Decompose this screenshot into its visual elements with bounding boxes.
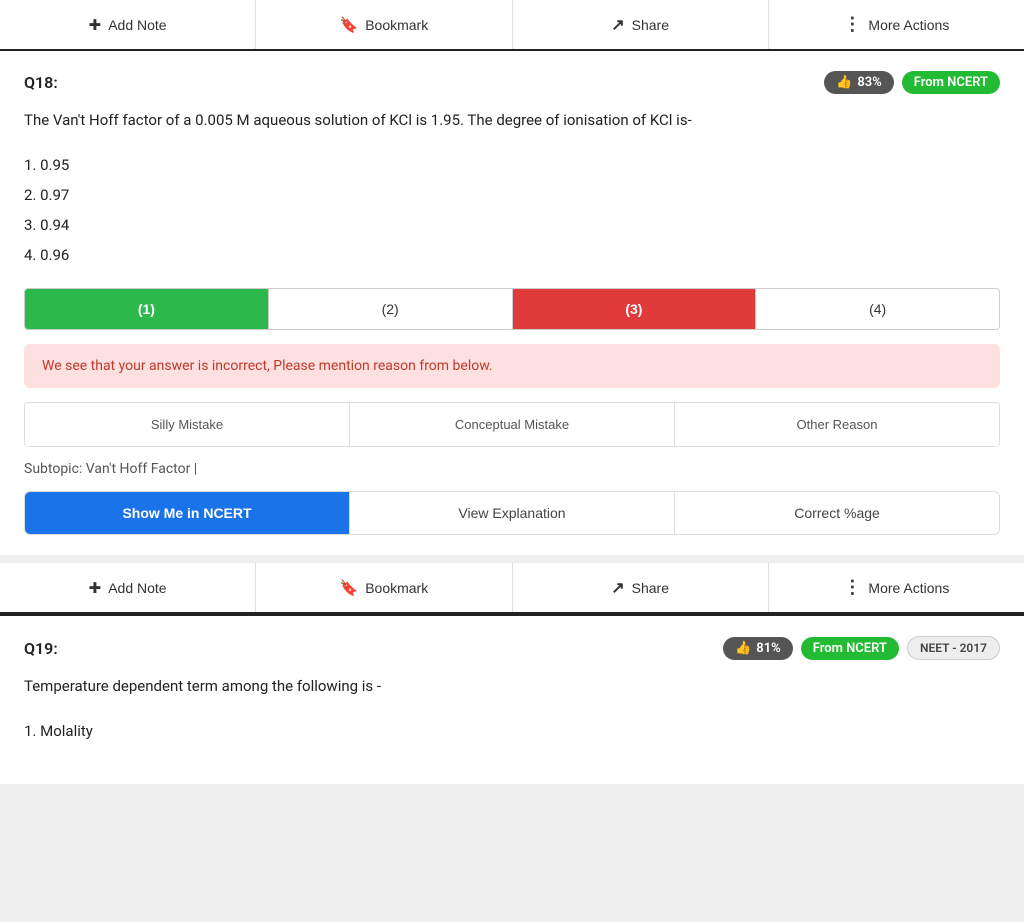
question-19-card: Q19: 81% From NCERT NEET - 2017 Temperat… xyxy=(0,616,1024,784)
q18-question-text: The Van't Hoff factor of a 0.005 M aqueo… xyxy=(24,108,1000,132)
more-actions-top-label: More Actions xyxy=(868,17,949,33)
q18-subtopic-value: Van't Hoff Factor | xyxy=(86,461,197,477)
answer-tab-2[interactable]: (2) xyxy=(268,289,512,329)
q18-subtopic: Subtopic: Van't Hoff Factor | xyxy=(24,461,1000,477)
q18-action-tabs: Show Me in NCERT View Explanation Correc… xyxy=(24,491,1000,535)
q18-subtopic-label: Subtopic: xyxy=(24,461,82,477)
q18-accuracy-value: 83% xyxy=(857,75,881,90)
q18-option-4: 4. 0.96 xyxy=(24,240,1000,270)
top-toolbar: Add Note Bookmark Share More Actions xyxy=(0,0,1024,51)
add-note-top-button[interactable]: Add Note xyxy=(0,0,256,49)
add-note-bottom-label: Add Note xyxy=(108,580,166,596)
q19-accuracy-badge: 81% xyxy=(723,637,793,660)
q18-ncert-badge: From NCERT xyxy=(902,71,1000,94)
show-me-ncert-button[interactable]: Show Me in NCERT xyxy=(25,492,349,534)
reason-other[interactable]: Other Reason xyxy=(674,403,999,446)
share-top-button[interactable]: Share xyxy=(513,0,769,49)
answer-tab-4[interactable]: (4) xyxy=(755,289,999,329)
reason-conceptual-mistake[interactable]: Conceptual Mistake xyxy=(349,403,674,446)
share-bottom-icon xyxy=(611,578,624,598)
share-top-icon xyxy=(611,15,624,35)
q18-option-3: 3. 0.94 xyxy=(24,210,1000,240)
q18-incorrect-text: We see that your answer is incorrect, Pl… xyxy=(42,358,493,374)
q18-answer-tabs: (1) (2) (3) (4) xyxy=(24,288,1000,330)
q18-number: Q18: xyxy=(24,73,58,92)
q18-option-1: 1. 0.95 xyxy=(24,150,1000,180)
q18-badges: 83% From NCERT xyxy=(824,71,1000,94)
answer-tab-1[interactable]: (1) xyxy=(25,289,268,329)
view-explanation-button[interactable]: View Explanation xyxy=(349,492,674,534)
add-note-top-label: Add Note xyxy=(108,17,166,33)
more-actions-bottom-icon xyxy=(843,577,861,598)
q19-thumb-icon xyxy=(735,641,751,656)
q19-option-1: 1. Molality xyxy=(24,716,1000,746)
q19-options: 1. Molality xyxy=(24,716,1000,746)
bookmark-top-button[interactable]: Bookmark xyxy=(256,0,512,49)
reason-silly-mistake[interactable]: Silly Mistake xyxy=(25,403,349,446)
q19-badges: 81% From NCERT NEET - 2017 xyxy=(723,636,1000,660)
q19-neet-badge: NEET - 2017 xyxy=(907,636,1000,660)
share-top-label: Share xyxy=(632,17,669,33)
correct-percentage-button[interactable]: Correct %age xyxy=(674,492,999,534)
bookmark-top-label: Bookmark xyxy=(365,17,428,33)
thumb-icon xyxy=(836,75,852,90)
q19-number: Q19: xyxy=(24,639,58,658)
answer-tab-3[interactable]: (3) xyxy=(512,289,756,329)
add-note-bottom-icon xyxy=(89,579,102,597)
q18-header: Q18: 83% From NCERT xyxy=(24,71,1000,94)
q19-ncert-badge: From NCERT xyxy=(801,637,899,660)
more-actions-top-button[interactable]: More Actions xyxy=(769,0,1024,49)
more-actions-top-icon xyxy=(843,14,861,35)
q18-option-2: 2. 0.97 xyxy=(24,180,1000,210)
more-actions-bottom-label: More Actions xyxy=(868,580,949,596)
q19-question-text: Temperature dependent term among the fol… xyxy=(24,674,1000,698)
share-bottom-label: Share xyxy=(632,580,669,596)
q18-accuracy-badge: 83% xyxy=(824,71,894,94)
q18-options: 1. 0.95 2. 0.97 3. 0.94 4. 0.96 xyxy=(24,150,1000,270)
q19-accuracy-value: 81% xyxy=(756,641,780,656)
bookmark-bottom-icon xyxy=(340,579,359,597)
share-bottom-button[interactable]: Share xyxy=(513,563,769,612)
bookmark-bottom-button[interactable]: Bookmark xyxy=(256,563,512,612)
bookmark-bottom-label: Bookmark xyxy=(365,580,428,596)
q18-incorrect-notice: We see that your answer is incorrect, Pl… xyxy=(24,344,1000,388)
q18-reason-row: Silly Mistake Conceptual Mistake Other R… xyxy=(24,402,1000,447)
bottom-toolbar: Add Note Bookmark Share More Actions xyxy=(0,563,1024,614)
add-note-bottom-button[interactable]: Add Note xyxy=(0,563,256,612)
bookmark-top-icon xyxy=(340,16,359,34)
more-actions-bottom-button[interactable]: More Actions xyxy=(769,563,1024,612)
add-note-top-icon xyxy=(89,16,102,34)
q19-header: Q19: 81% From NCERT NEET - 2017 xyxy=(24,636,1000,660)
question-18-card: Q18: 83% From NCERT The Van't Hoff facto… xyxy=(0,51,1024,555)
